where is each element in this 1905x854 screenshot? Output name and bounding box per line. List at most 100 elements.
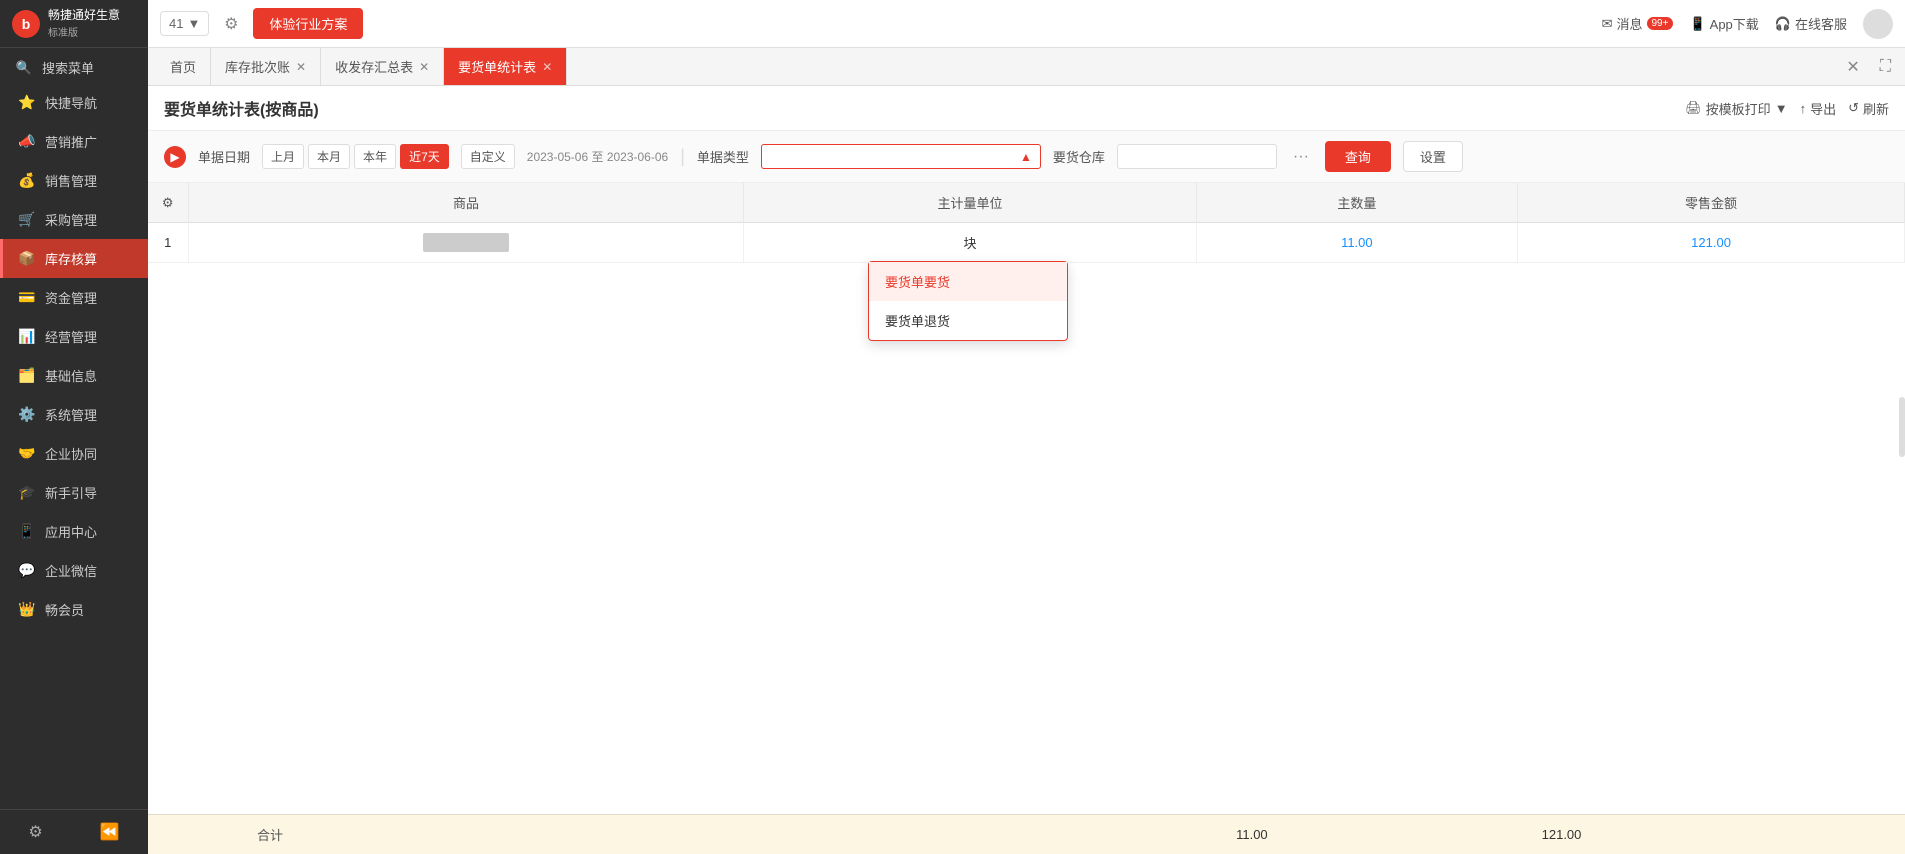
date-range-display: 2023-05-06 至 2023-06-06 <box>527 148 668 165</box>
topbar-settings-btn[interactable]: ⚙ <box>217 10 245 38</box>
online-service-action[interactable]: 🎧 在线客服 <box>1775 14 1847 33</box>
app-download-action[interactable]: 📱 App下载 <box>1689 14 1758 33</box>
footer-label: 合计 <box>160 825 380 844</box>
col-quantity: 主数量 <box>1196 183 1518 223</box>
resize-handle[interactable] <box>1899 397 1905 457</box>
col-settings[interactable]: ⚙ <box>148 183 188 223</box>
appstore-icon: 📱 <box>17 523 37 540</box>
warehouse-value <box>1126 149 1130 164</box>
sidebar-label-guide: 新手引导 <box>45 483 97 502</box>
dropdown-item-order-return[interactable]: 要货单退货 <box>869 301 1067 340</box>
sidebar-item-quick-nav[interactable]: ⭐ 快捷导航 <box>0 83 148 122</box>
prev-month-btn[interactable]: 上月 <box>262 144 304 169</box>
print-action[interactable]: 🖨 按模板打印 ▼ <box>1685 99 1787 118</box>
sidebar-item-basics[interactable]: 🗂️ 基础信息 <box>0 356 148 395</box>
sidebar-item-purchase[interactable]: 🛒 采购管理 <box>0 200 148 239</box>
collapse-icon[interactable]: ⏪ <box>92 818 128 846</box>
tab-expand-btn[interactable]: ⛶ <box>1874 56 1897 78</box>
topbar: 41 ▼ ⚙ 体验行业方案 ✉ 消息 99+ 📱 App下载 🎧 在线客服 <box>148 0 1905 48</box>
sidebar-item-member[interactable]: 👑 畅会员 <box>0 590 148 629</box>
sidebar-label-enterprise: 企业协同 <box>45 444 97 463</box>
dropdown-item-order-goods[interactable]: 要货单要货 <box>869 262 1067 301</box>
messages-action[interactable]: ✉ 消息 99+ <box>1602 14 1674 33</box>
topbar-left: 41 ▼ ⚙ 体验行业方案 <box>160 8 1602 39</box>
sidebar-item-finance[interactable]: 💳 资金管理 <box>0 278 148 317</box>
store-selector[interactable]: 41 ▼ <box>160 11 209 36</box>
sidebar-label-basics: 基础信息 <box>45 366 97 385</box>
last-7days-btn[interactable]: 近7天 <box>400 144 449 169</box>
refresh-icon: ↺ <box>1848 100 1859 116</box>
set-button[interactable]: 设置 <box>1403 141 1463 172</box>
sidebar-label-appstore: 应用中心 <box>45 522 97 541</box>
tab-home[interactable]: 首页 <box>156 48 211 85</box>
inventory-icon: 📦 <box>17 250 37 267</box>
trial-button[interactable]: 体验行业方案 <box>253 8 363 39</box>
data-table: ⚙ 商品 主计量单位 主数量 零售金额 1 ████████ 块 11. <box>148 183 1905 263</box>
app-subtitle: 标准版 <box>48 24 120 39</box>
main-area: 41 ▼ ⚙ 体验行业方案 ✉ 消息 99+ 📱 App下载 🎧 在线客服 <box>148 0 1905 854</box>
marketing-icon: 📣 <box>17 133 37 150</box>
order-type-input[interactable] <box>770 149 1016 164</box>
curr-month-btn[interactable]: 本月 <box>308 144 350 169</box>
order-type-select[interactable]: ▲ <box>761 144 1041 169</box>
query-button[interactable]: 查询 <box>1325 141 1391 172</box>
logo-icon: b <box>12 10 40 38</box>
sidebar-bottom: ⚙ ⏪ <box>0 809 148 854</box>
settings-bottom-icon[interactable]: ⚙ <box>20 818 50 846</box>
sidebar-item-guide[interactable]: 🎓 新手引导 <box>0 473 148 512</box>
tab-receive-summary-label: 收发存汇总表 <box>335 57 413 76</box>
tab-close-all-btn[interactable]: ✕ <box>1840 55 1865 79</box>
footer-amount: 121.00 <box>1530 827 1594 842</box>
row-amount[interactable]: 121.00 <box>1518 223 1905 263</box>
sidebar-item-system[interactable]: ⚙️ 系统管理 <box>0 395 148 434</box>
row-quantity[interactable]: 11.00 <box>1196 223 1518 263</box>
search-icon: 🔍 <box>14 60 34 76</box>
user-avatar[interactable] <box>1863 9 1893 39</box>
sidebar-search-label: 搜索菜单 <box>42 58 94 77</box>
sidebar-item-marketing[interactable]: 📣 营销推广 <box>0 122 148 161</box>
filter-bar: ▶ 单据日期 上月 本月 本年 近7天 自定义 2023-05-06 至 202… <box>148 131 1905 183</box>
print-label: 按模板打印 <box>1706 99 1771 118</box>
tab-receive-summary[interactable]: 收发存汇总表 ✕ <box>321 48 444 85</box>
basics-icon: 🗂️ <box>17 367 37 384</box>
app-title: 畅捷通好生意 <box>48 8 120 24</box>
table-header-row: ⚙ 商品 主计量单位 主数量 零售金额 <box>148 183 1905 223</box>
export-label: 导出 <box>1810 99 1836 118</box>
refresh-action[interactable]: ↺ 刷新 <box>1848 99 1889 118</box>
export-action[interactable]: ↑ 导出 <box>1800 99 1837 118</box>
tabs-actions: ✕ ⛶ <box>1840 55 1897 79</box>
expand-filter-btn[interactable]: ▶ <box>164 146 186 168</box>
tab-receive-summary-close[interactable]: ✕ <box>419 60 429 74</box>
operations-icon: 📊 <box>17 328 37 345</box>
tabs-bar: 首页 库存批次账 ✕ 收发存汇总表 ✕ 要货单统计表 ✕ ✕ ⛶ <box>148 48 1905 86</box>
store-name: 41 <box>169 16 183 31</box>
sidebar-item-appstore[interactable]: 📱 应用中心 <box>0 512 148 551</box>
col-goods: 商品 <box>188 183 744 223</box>
sidebar-item-wechat[interactable]: 💬 企业微信 <box>0 551 148 590</box>
more-filters-btn[interactable]: ··· <box>1289 148 1313 166</box>
curr-year-btn[interactable]: 本年 <box>354 144 396 169</box>
tab-inventory-batch-label: 库存批次账 <box>225 57 290 76</box>
sales-icon: 💰 <box>17 172 37 189</box>
page-header: 要货单统计表(按商品) 🖨 按模板打印 ▼ ↑ 导出 ↺ 刷新 <box>148 86 1905 131</box>
headset-icon: 🎧 <box>1775 16 1791 32</box>
messages-badge: 99+ <box>1647 17 1674 30</box>
page-title: 要货单统计表(按商品) <box>164 96 319 120</box>
sidebar-item-sales[interactable]: 💰 销售管理 <box>0 161 148 200</box>
tab-inventory-batch[interactable]: 库存批次账 ✕ <box>211 48 321 85</box>
sidebar-item-operations[interactable]: 📊 经营管理 <box>0 317 148 356</box>
warehouse-selector[interactable] <box>1117 144 1277 169</box>
tab-order-summary-close[interactable]: ✕ <box>542 60 552 74</box>
system-icon: ⚙️ <box>17 406 37 423</box>
export-icon: ↑ <box>1800 101 1807 116</box>
tab-order-summary[interactable]: 要货单统计表 ✕ <box>444 48 567 85</box>
tab-inventory-batch-close[interactable]: ✕ <box>296 60 306 74</box>
sidebar-label-finance: 资金管理 <box>45 288 97 307</box>
sidebar-item-inventory[interactable]: 📦 库存核算 <box>0 239 148 278</box>
sidebar-item-search[interactable]: 🔍 搜索菜单 <box>0 52 148 83</box>
guide-icon: 🎓 <box>17 484 37 501</box>
custom-date-btn[interactable]: 自定义 <box>461 144 515 169</box>
sidebar: b 畅捷通好生意 标准版 🔍 搜索菜单 ⭐ 快捷导航 📣 营销推广 💰 销售管理… <box>0 0 148 854</box>
sidebar-label-wechat: 企业微信 <box>45 561 97 580</box>
sidebar-item-enterprise[interactable]: 🤝 企业协同 <box>0 434 148 473</box>
